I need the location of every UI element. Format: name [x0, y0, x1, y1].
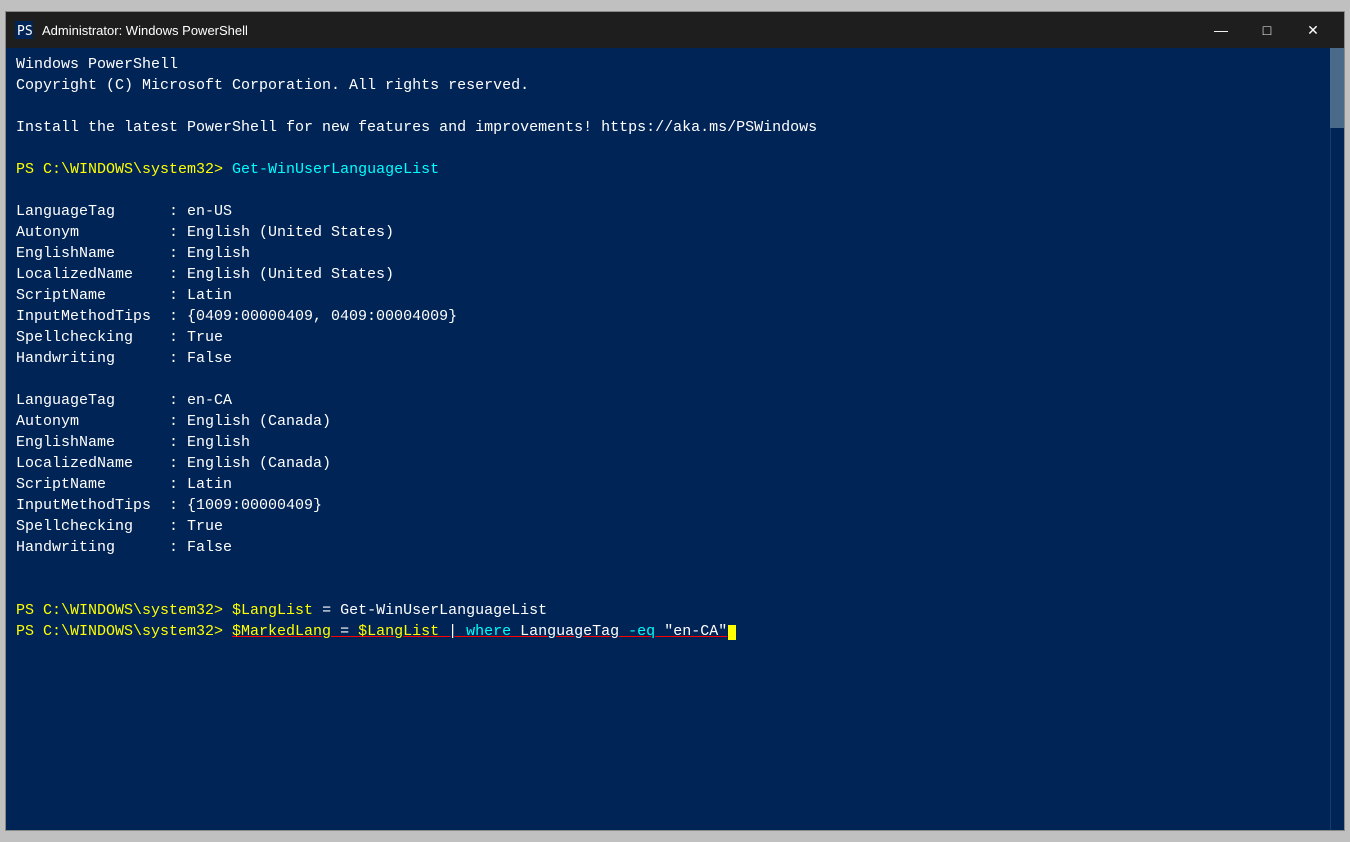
minimize-button[interactable]: —	[1198, 12, 1244, 48]
block1-line1: LanguageTag : en-US	[16, 201, 1334, 222]
scrollbar-thumb[interactable]	[1330, 48, 1344, 128]
prompt-1: PS C:\WINDOWS\system32>	[16, 161, 232, 178]
block2-line4: LocalizedName : English (Canada)	[16, 453, 1334, 474]
window-title: Administrator: Windows PowerShell	[42, 23, 1198, 38]
block2-line8: Handwriting : False	[16, 537, 1334, 558]
maximize-button[interactable]: □	[1244, 12, 1290, 48]
terminal-body[interactable]: Windows PowerShell Copyright (C) Microso…	[6, 48, 1344, 830]
block2-line2: Autonym : English (Canada)	[16, 411, 1334, 432]
powershell-window: PS Administrator: Windows PowerShell — □…	[5, 11, 1345, 831]
line-empty-5	[16, 558, 1334, 579]
block2-line3: EnglishName : English	[16, 432, 1334, 453]
powershell-icon: PS	[14, 20, 34, 40]
line-empty-2	[16, 138, 1334, 159]
cmd2-text: $LangList = Get-WinUserLanguageList	[232, 602, 547, 619]
line-cmd2: PS C:\WINDOWS\system32> $LangList = Get-…	[16, 600, 1334, 621]
block2-line7: Spellchecking : True	[16, 516, 1334, 537]
svg-text:PS: PS	[17, 24, 33, 39]
cmd3-text: $MarkedLang = $LangList | where Language…	[232, 623, 727, 640]
block1-line2: Autonym : English (United States)	[16, 222, 1334, 243]
block1-line4: LocalizedName : English (United States)	[16, 264, 1334, 285]
close-button[interactable]: ✕	[1290, 12, 1336, 48]
line-empty-6	[16, 579, 1334, 600]
title-bar: PS Administrator: Windows PowerShell — □…	[6, 12, 1344, 48]
line-windows-powershell: Windows PowerShell	[16, 54, 1334, 75]
line-install: Install the latest PowerShell for new fe…	[16, 117, 1334, 138]
block1-line6: InputMethodTips : {0409:00000409, 0409:0…	[16, 306, 1334, 327]
line-copyright: Copyright (C) Microsoft Corporation. All…	[16, 75, 1334, 96]
block1-line5: ScriptName : Latin	[16, 285, 1334, 306]
line-empty-3	[16, 180, 1334, 201]
line-empty-4	[16, 369, 1334, 390]
cursor	[728, 625, 736, 640]
prompt-3: PS C:\WINDOWS\system32>	[16, 623, 232, 640]
prompt-2: PS C:\WINDOWS\system32>	[16, 602, 232, 619]
line-empty-1	[16, 96, 1334, 117]
block2-line6: InputMethodTips : {1009:00000409}	[16, 495, 1334, 516]
line-cmd1: PS C:\WINDOWS\system32> Get-WinUserLangu…	[16, 159, 1334, 180]
line-cmd3: PS C:\WINDOWS\system32> $MarkedLang = $L…	[16, 621, 1334, 642]
scrollbar[interactable]	[1330, 48, 1344, 830]
block1-line8: Handwriting : False	[16, 348, 1334, 369]
block1-line3: EnglishName : English	[16, 243, 1334, 264]
window-controls: — □ ✕	[1198, 12, 1336, 48]
block1-line7: Spellchecking : True	[16, 327, 1334, 348]
cmd1-text: Get-WinUserLanguageList	[232, 161, 439, 178]
block2-line5: ScriptName : Latin	[16, 474, 1334, 495]
block2-line1: LanguageTag : en-CA	[16, 390, 1334, 411]
